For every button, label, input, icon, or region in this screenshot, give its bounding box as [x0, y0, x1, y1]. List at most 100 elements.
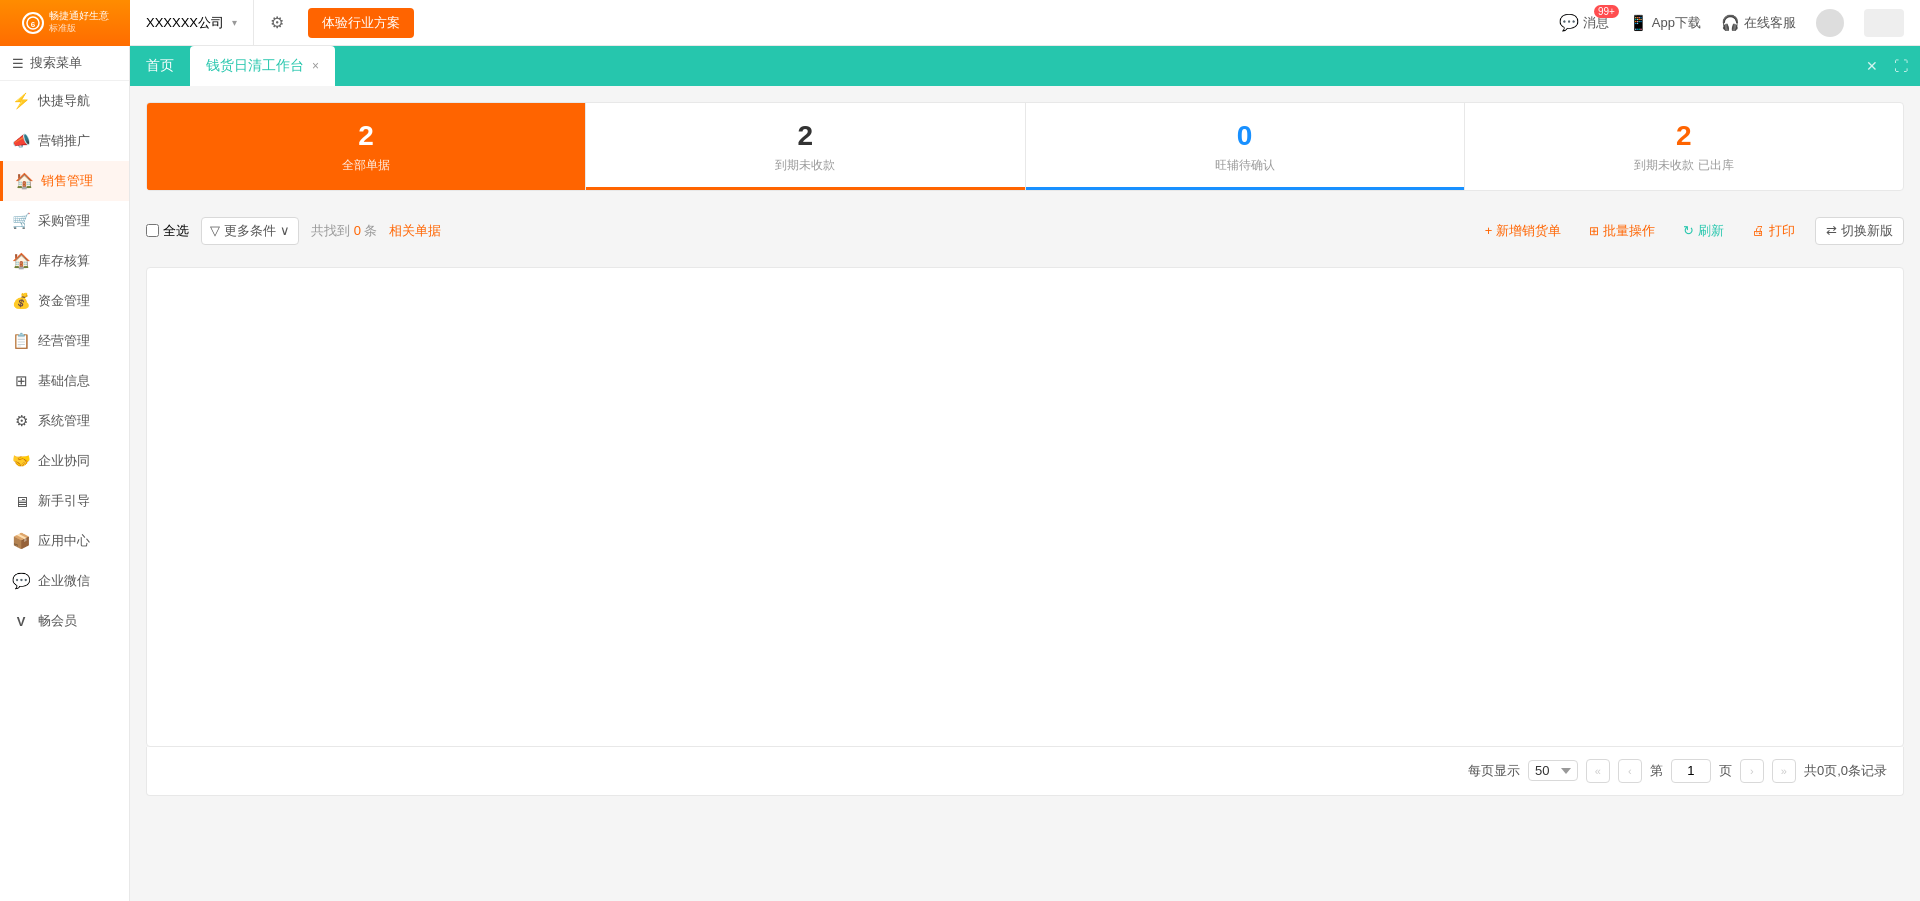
tab-bar-actions: ✕ ⛶: [1862, 54, 1920, 78]
download-icon: 📱: [1629, 14, 1648, 32]
settings-button[interactable]: ⚙: [254, 0, 300, 46]
sidebar-item-quick-nav[interactable]: ⚡ 快捷导航: [0, 81, 129, 121]
page-input[interactable]: [1671, 759, 1711, 783]
sidebar-item-cooperation[interactable]: 🤝 企业协同: [0, 441, 129, 481]
sidebar-item-inventory[interactable]: 🏠 库存核算: [0, 241, 129, 281]
search-icon: ☰: [12, 56, 24, 71]
user-dropdown[interactable]: [1864, 9, 1904, 37]
stat-card-wangwang[interactable]: 0 旺辅待确认: [1026, 103, 1465, 190]
print-label: 打印: [1769, 222, 1795, 240]
message-badge: 99+: [1594, 5, 1619, 18]
select-all-checkbox[interactable]: 全选: [146, 222, 189, 240]
stat-card-overdue[interactable]: 2 到期未收款: [586, 103, 1025, 190]
switch-icon: ⇄: [1826, 223, 1837, 238]
warehouse-icon: 🏠: [12, 252, 30, 270]
stat-card-all[interactable]: 2 全部单据: [147, 103, 586, 190]
sidebar-item-finance[interactable]: 💰 资金管理: [0, 281, 129, 321]
sidebar-item-wechat[interactable]: 💬 企业微信: [0, 561, 129, 601]
sidebar-item-app-center[interactable]: 📦 应用中心: [0, 521, 129, 561]
online-service-label: 在线客服: [1744, 14, 1796, 32]
sidebar-item-system[interactable]: ⚙ 系统管理: [0, 401, 129, 441]
company-name: XXXXXX公司: [146, 14, 224, 32]
box-icon: 📦: [12, 532, 30, 550]
new-order-button[interactable]: + 新增销货单: [1477, 218, 1569, 244]
sidebar-label-operation: 经营管理: [38, 332, 90, 350]
brand-sub: 标准版: [49, 22, 109, 35]
batch-icon: ⊞: [1589, 224, 1599, 238]
toolbar: 全选 ▽ 更多条件 ∨ 共找到 0 条 相关单据 + 新增销货单 ⊞ 批量操作: [146, 207, 1904, 255]
sidebar-label-guide: 新手引导: [38, 492, 90, 510]
found-unit: 条: [364, 223, 377, 238]
page-label: 第: [1650, 762, 1663, 780]
main-content: 2 全部单据 2 到期未收款 0 旺辅待确认 2 到期未收款 已出库 全选: [130, 86, 1920, 901]
table-area: [146, 267, 1904, 747]
related-link[interactable]: 相关单据: [389, 222, 441, 240]
select-all-input[interactable]: [146, 224, 159, 237]
last-page-button[interactable]: »: [1772, 759, 1796, 783]
stat-number-no-ship: 2: [1485, 119, 1883, 153]
tab-maximize-icon[interactable]: ⛶: [1890, 54, 1912, 78]
sidebar-item-guide[interactable]: 🖥 新手引导: [0, 481, 129, 521]
message-button[interactable]: 💬 消息 99+: [1559, 13, 1609, 32]
grid-icon: ⊞: [12, 372, 30, 390]
sidebar-item-purchase[interactable]: 🛒 采购管理: [0, 201, 129, 241]
shop-icon: 🏠: [15, 172, 33, 190]
tab-active-label: 钱货日清工作台: [206, 57, 304, 75]
sidebar-item-basic-info[interactable]: ⊞ 基础信息: [0, 361, 129, 401]
sidebar-item-marketing[interactable]: 📣 营销推广: [0, 121, 129, 161]
header-right: 💬 消息 99+ 📱 App下载 🎧 在线客服: [1559, 9, 1904, 37]
refresh-button[interactable]: ↻ 刷新: [1675, 218, 1732, 244]
tab-minimize-icon[interactable]: ✕: [1862, 54, 1882, 78]
app-download-button[interactable]: 📱 App下载: [1629, 14, 1701, 32]
chevron-down-icon: ▾: [232, 17, 237, 28]
sidebar: ☰ 搜索菜单 ⚡ 快捷导航 📣 营销推广 🏠 销售管理 🛒 采购管理 🏠 库存核…: [0, 0, 130, 901]
try-industry-button[interactable]: 体验行业方案: [308, 8, 414, 38]
sidebar-label-marketing: 营销推广: [38, 132, 90, 150]
sidebar-label-inventory: 库存核算: [38, 252, 90, 270]
tab-close-icon[interactable]: ×: [312, 59, 319, 73]
tab-home[interactable]: 首页: [130, 46, 190, 86]
money-icon: 💰: [12, 292, 30, 310]
company-selector[interactable]: XXXXXX公司 ▾: [130, 0, 254, 46]
stat-label-no-ship: 到期未收款 已出库: [1485, 157, 1883, 174]
sidebar-item-sales[interactable]: 🏠 销售管理: [0, 161, 129, 201]
chat-icon: 💬: [12, 572, 30, 590]
first-page-button[interactable]: «: [1586, 759, 1610, 783]
found-text: 共找到 0 条: [311, 222, 377, 240]
print-button[interactable]: 🖨 打印: [1744, 218, 1803, 244]
sidebar-label-sales: 销售管理: [41, 172, 93, 190]
filter-label: 更多条件: [224, 222, 276, 240]
per-page-label: 每页显示: [1468, 762, 1520, 780]
tab-active[interactable]: 钱货日清工作台 ×: [190, 46, 335, 86]
lightning-icon: ⚡: [12, 92, 30, 110]
print-icon: 🖨: [1752, 223, 1765, 238]
filter-button[interactable]: ▽ 更多条件 ∨: [201, 217, 299, 245]
brand-name: 畅捷通好生意: [49, 10, 109, 22]
user-avatar[interactable]: [1816, 9, 1844, 37]
sidebar-item-member[interactable]: V 畅会员: [0, 601, 129, 641]
search-menu-item[interactable]: ☰ 搜索菜单: [0, 46, 129, 81]
brand-logo: 6 畅捷通好生意 标准版: [0, 0, 130, 46]
sidebar-label-member: 畅会员: [38, 612, 77, 630]
message-icon: 💬: [1559, 13, 1579, 32]
stat-card-no-ship[interactable]: 2 到期未收款 已出库: [1465, 103, 1903, 190]
sidebar-label-cooperation: 企业协同: [38, 452, 90, 470]
sidebar-label-wechat: 企业微信: [38, 572, 90, 590]
prev-page-button[interactable]: ‹: [1618, 759, 1642, 783]
switch-version-button[interactable]: ⇄ 切换新版: [1815, 217, 1904, 245]
sidebar-label-system: 系统管理: [38, 412, 90, 430]
switch-label: 切换新版: [1841, 222, 1893, 240]
clipboard-icon: 📋: [12, 332, 30, 350]
computer-icon: 🖥: [12, 492, 30, 510]
found-prefix: 共找到: [311, 223, 350, 238]
per-page-select[interactable]: 50 20 100: [1528, 760, 1578, 781]
sidebar-item-operation[interactable]: 📋 经营管理: [0, 321, 129, 361]
next-page-button[interactable]: ›: [1740, 759, 1764, 783]
brand-text-block: 畅捷通好生意 标准版: [49, 10, 109, 35]
svg-text:6: 6: [30, 20, 35, 29]
stats-row: 2 全部单据 2 到期未收款 0 旺辅待确认 2 到期未收款 已出库: [146, 102, 1904, 191]
batch-button[interactable]: ⊞ 批量操作: [1581, 218, 1663, 244]
online-service-button[interactable]: 🎧 在线客服: [1721, 14, 1796, 32]
header-left: 6 畅捷通好生意 标准版 XXXXXX公司 ▾ ⚙ 体验行业方案: [0, 0, 414, 46]
stat-number-overdue: 2: [606, 119, 1004, 153]
